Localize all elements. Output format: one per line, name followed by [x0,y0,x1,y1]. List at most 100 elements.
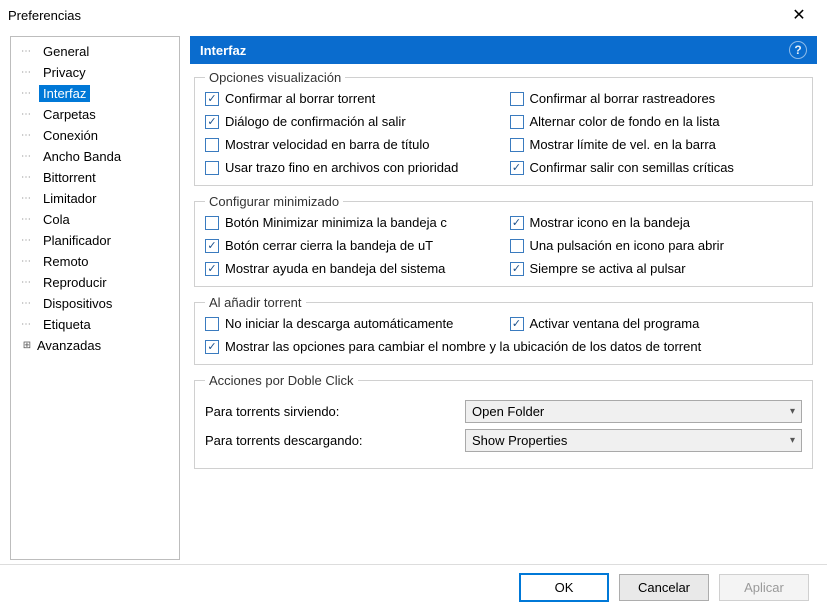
checkbox-option[interactable]: Mostrar velocidad en barra de título [205,137,498,152]
dblclick-select[interactable]: Show Properties▾ [465,429,802,452]
sidebar-item-ancho-banda[interactable]: ⋯Ancho Banda [11,146,179,167]
checkbox-icon[interactable] [510,216,524,230]
apply-button[interactable]: Aplicar [719,574,809,601]
sidebar-item-conexión[interactable]: ⋯Conexión [11,125,179,146]
checkbox-label: Mostrar límite de vel. en la barra [530,137,716,152]
content-pane: Interfaz ? Opciones visualización Confir… [190,36,817,560]
checkbox-icon[interactable] [205,340,219,354]
checkbox-icon[interactable] [205,216,219,230]
checkbox-label: Alternar color de fondo en la lista [530,114,720,129]
checkbox-label: Usar trazo fino en archivos con priorida… [225,160,458,175]
sidebar-item-carpetas[interactable]: ⋯Carpetas [11,104,179,125]
checkbox-icon[interactable] [510,317,524,331]
sidebar-item-label: Dispositivos [39,295,116,312]
sidebar-item-reproducir[interactable]: ⋯Reproducir [11,272,179,293]
preferences-window: Preferencias ✕ ⋯General⋯Privacy⋯Interfaz… [0,0,827,610]
checkbox-option[interactable]: Activar ventana del programa [510,316,803,331]
sidebar-item-etiqueta[interactable]: ⋯Etiqueta [11,314,179,335]
checkbox-option[interactable]: Mostrar icono en la bandeja [510,215,803,230]
dblclick-row: Para torrents descargando: Show Propertie… [205,429,802,452]
checkbox-option[interactable]: Confirmar al borrar rastreadores [510,91,803,106]
tree-branch-icon: ⋯ [21,151,39,162]
sidebar-item-planificador[interactable]: ⋯Planificador [11,230,179,251]
sidebar-item-avanzadas[interactable]: ⊞Avanzadas [11,335,179,356]
checkbox-icon[interactable] [205,92,219,106]
ok-button[interactable]: OK [519,573,609,602]
tree-branch-icon: ⋯ [21,235,39,246]
checkbox-icon[interactable] [510,161,524,175]
group-double-click: Acciones por Doble Click Para torrents s… [194,373,813,469]
checkbox-option[interactable]: Alternar color de fondo en la lista [510,114,803,129]
checkbox-label: Mostrar ayuda en bandeja del sistema [225,261,445,276]
checkbox-label: Diálogo de confirmación al salir [225,114,406,129]
category-tree[interactable]: ⋯General⋯Privacy⋯Interfaz⋯Carpetas⋯Conex… [10,36,180,560]
tree-branch-icon: ⋯ [21,109,39,120]
sidebar-item-label: Limitador [39,190,100,207]
help-icon[interactable]: ? [789,41,807,59]
checkbox-option[interactable]: Botón Minimizar minimiza la bandeja c [205,215,498,230]
checkbox-label: No iniciar la descarga automáticamente [225,316,453,331]
checkbox-label: Siempre se activa al pulsar [530,261,686,276]
sidebar-item-label: Avanzadas [33,337,105,354]
sidebar-item-limitador[interactable]: ⋯Limitador [11,188,179,209]
checkbox-icon[interactable] [205,138,219,152]
checkbox-icon[interactable] [510,138,524,152]
sidebar-item-dispositivos[interactable]: ⋯Dispositivos [11,293,179,314]
dblclick-label: Para torrents descargando: [205,433,455,448]
checkbox-label: Mostrar las opciones para cambiar el nom… [225,339,701,354]
sidebar-item-label: Ancho Banda [39,148,125,165]
checkbox-icon[interactable] [510,262,524,276]
expand-icon[interactable]: ⊞ [21,340,33,351]
sidebar-item-privacy[interactable]: ⋯Privacy [11,62,179,83]
sidebar-item-label: Cola [39,211,74,228]
sidebar-item-bittorrent[interactable]: ⋯Bittorrent [11,167,179,188]
checkbox-option[interactable]: Confirmar salir con semillas críticas [510,160,803,175]
dblclick-select[interactable]: Open Folder▾ [465,400,802,423]
dblclick-label: Para torrents sirviendo: [205,404,455,419]
checkbox-option[interactable]: Mostrar límite de vel. en la barra [510,137,803,152]
dialog-body: ⋯General⋯Privacy⋯Interfaz⋯Carpetas⋯Conex… [0,30,827,564]
cancel-button[interactable]: Cancelar [619,574,709,601]
sidebar-item-general[interactable]: ⋯General [11,41,179,62]
checkbox-icon[interactable] [205,115,219,129]
checkbox-option[interactable]: Mostrar las opciones para cambiar el nom… [205,339,802,354]
sidebar-item-interfaz[interactable]: ⋯Interfaz [11,83,179,104]
sidebar-item-cola[interactable]: ⋯Cola [11,209,179,230]
checkbox-icon[interactable] [205,262,219,276]
tree-branch-icon: ⋯ [21,130,39,141]
checkbox-icon[interactable] [205,239,219,253]
checkbox-label: Mostrar velocidad en barra de título [225,137,430,152]
checkbox-option[interactable]: Siempre se activa al pulsar [510,261,803,276]
checkbox-option[interactable]: Botón cerrar cierra la bandeja de uT [205,238,498,253]
group-minimize: Configurar minimizado Botón Minimizar mi… [194,194,813,287]
checkbox-icon[interactable] [510,115,524,129]
tree-branch-icon: ⋯ [21,193,39,204]
titlebar: Preferencias ✕ [0,0,827,30]
sidebar-item-remoto[interactable]: ⋯Remoto [11,251,179,272]
group-legend: Opciones visualización [205,70,345,85]
checkbox-label: Botón Minimizar minimiza la bandeja c [225,215,447,230]
section-header: Interfaz ? [190,36,817,64]
checkbox-option[interactable]: Diálogo de confirmación al salir [205,114,498,129]
sidebar-item-label: Bittorrent [39,169,100,186]
checkbox-option[interactable]: No iniciar la descarga automáticamente [205,316,498,331]
sidebar-item-label: Etiqueta [39,316,95,333]
checkbox-icon[interactable] [205,317,219,331]
checkbox-icon[interactable] [205,161,219,175]
checkbox-option[interactable]: Confirmar al borrar torrent [205,91,498,106]
tree-branch-icon: ⋯ [21,172,39,183]
tree-branch-icon: ⋯ [21,67,39,78]
checkbox-icon[interactable] [510,239,524,253]
sidebar-item-label: Carpetas [39,106,100,123]
close-icon[interactable]: ✕ [779,5,819,25]
sidebar-item-label: Conexión [39,127,102,144]
group-add-torrent: Al añadir torrent No iniciar la descarga… [194,295,813,365]
checkbox-icon[interactable] [510,92,524,106]
window-title: Preferencias [8,8,779,23]
checkbox-option[interactable]: Usar trazo fino en archivos con priorida… [205,160,498,175]
checkbox-label: Confirmar salir con semillas críticas [530,160,734,175]
settings-panel: Opciones visualización Confirmar al borr… [190,64,817,560]
checkbox-option[interactable]: Mostrar ayuda en bandeja del sistema [205,261,498,276]
checkbox-option[interactable]: Una pulsación en icono para abrir [510,238,803,253]
tree-branch-icon: ⋯ [21,46,39,57]
